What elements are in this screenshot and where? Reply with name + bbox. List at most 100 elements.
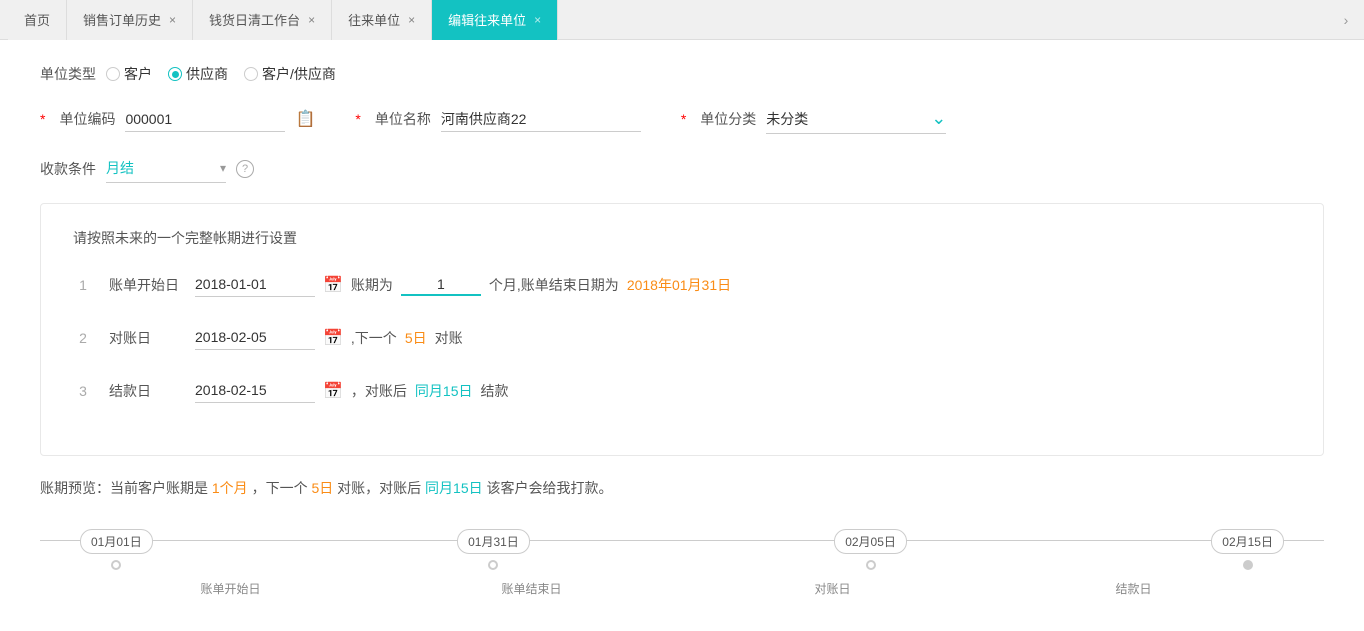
main-content: 单位类型 客户 供应商 客户/供应商 * 单位编码 xyxy=(0,40,1364,631)
radio-customer-supplier-circle xyxy=(244,67,258,81)
reconcile-date-input[interactable] xyxy=(195,325,315,350)
unit-code-label: 单位编码 xyxy=(59,109,115,129)
timeline-container: 01月01日 01月31日 02月05日 02月15日 账单开始日 账单结束日 xyxy=(40,529,1324,597)
setting-row-3: 3 结款日 📅 ，对账后 同月15日 结款 xyxy=(73,378,1291,403)
payment-date-input[interactable] xyxy=(195,378,315,403)
payment-terms-help-icon[interactable]: ? xyxy=(236,160,254,178)
setting-row-1: 1 账单开始日 📅 账期为 个月,账单结束日期为 2018年01月31日 xyxy=(73,272,1291,297)
tab-home[interactable]: 首页 xyxy=(8,0,67,40)
unit-category-dropdown[interactable]: 未分类 ⌄ xyxy=(766,104,946,134)
reconcile-desc-suffix: 对账 xyxy=(435,328,463,348)
unit-type-row: 单位类型 客户 供应商 客户/供应商 xyxy=(40,64,1324,84)
unit-name-group: * 单位名称 xyxy=(355,107,640,132)
preview-part3: 同月15日 xyxy=(425,480,483,496)
payment-desc-highlight: 同月15日 xyxy=(415,381,473,401)
start-date-calendar-icon[interactable]: 📅 xyxy=(323,275,343,295)
unit-category-value: 未分类 xyxy=(766,109,927,129)
preview-part2-suffix: 对账，对账后 xyxy=(337,480,421,496)
period-value-input[interactable] xyxy=(401,274,481,296)
timeline-date-0: 01月01日 xyxy=(80,529,153,554)
reconcile-desc-highlight: 5日 xyxy=(405,328,427,348)
period-end-date: 2018年01月31日 xyxy=(627,275,731,295)
tab-cash-workbench[interactable]: 钱货日清工作台 × xyxy=(193,0,332,40)
radio-customer-label: 客户 xyxy=(124,64,152,84)
tab-sales-history-label: 销售订单历史 xyxy=(83,10,161,29)
reconcile-desc-prefix: ,下一个 xyxy=(351,328,397,348)
timeline-label-3: 结款日 xyxy=(983,580,1284,597)
radio-customer-supplier[interactable]: 客户/供应商 xyxy=(244,64,336,84)
unit-category-group: * 单位分类 未分类 ⌄ xyxy=(681,104,946,134)
reconcile-date-calendar-icon[interactable]: 📅 xyxy=(323,328,343,348)
preview-part1: 1个月 xyxy=(212,480,248,496)
tabs-bar: 首页 销售订单历史 × 钱货日清工作台 × 往来单位 × 编辑往来单位 × › xyxy=(0,0,1364,40)
tab-sales-history-close[interactable]: × xyxy=(169,13,176,27)
setting-name-2: 对账日 xyxy=(109,328,179,348)
unit-code-input[interactable] xyxy=(125,107,285,132)
unit-category-arrow-icon: ⌄ xyxy=(931,108,946,129)
unit-type-label: 单位类型 xyxy=(40,64,96,84)
unit-code-star: * xyxy=(40,111,45,127)
tab-home-label: 首页 xyxy=(24,10,50,29)
tab-scroll-arrow[interactable]: › xyxy=(1336,12,1356,28)
tab-edit-partner[interactable]: 编辑往来单位 × xyxy=(432,0,558,40)
timeline-dot-0 xyxy=(111,560,121,570)
radio-supplier-circle xyxy=(168,67,182,81)
tab-edit-partner-close[interactable]: × xyxy=(534,13,541,27)
timeline-dot-1 xyxy=(488,560,498,570)
unit-name-label: 单位名称 xyxy=(375,109,431,129)
preview-part2: 5日 xyxy=(311,480,333,496)
radio-customer[interactable]: 客户 xyxy=(106,64,152,84)
unit-category-star: * xyxy=(681,111,686,127)
setting-name-1: 账单开始日 xyxy=(109,275,179,295)
unit-code-icon[interactable]: 📋 xyxy=(295,109,315,129)
preview-part1-suffix: ，下一个 xyxy=(252,480,308,496)
preview-prefix: 账期预览：当前客户账期是 xyxy=(40,480,208,496)
timeline-label-1: 账单结束日 xyxy=(381,580,682,597)
start-date-input[interactable] xyxy=(195,272,315,297)
setting-number-2: 2 xyxy=(73,330,93,346)
payment-desc-prefix: ，对账后 xyxy=(351,381,407,401)
payment-terms-row: 收款条件 月结 ▾ ? xyxy=(40,154,1324,183)
timeline-point-3: 02月15日 xyxy=(1211,529,1284,570)
setting-row-2: 2 对账日 📅 ,下一个 5日 对账 xyxy=(73,325,1291,350)
timeline-date-3: 02月15日 xyxy=(1211,529,1284,554)
period-unit: 个月,账单结束日期为 xyxy=(489,275,619,295)
payment-terms-dropdown[interactable]: 月结 ▾ xyxy=(106,154,226,183)
tab-partners[interactable]: 往来单位 × xyxy=(332,0,432,40)
period-label: 账期为 xyxy=(351,275,393,295)
unit-category-label: 单位分类 xyxy=(700,109,756,129)
tab-cash-workbench-label: 钱货日清工作台 xyxy=(209,10,300,29)
tab-partners-close[interactable]: × xyxy=(408,13,415,27)
timeline: 01月01日 01月31日 02月05日 02月15日 xyxy=(60,529,1304,570)
setting-value-1: 📅 账期为 个月,账单结束日期为 2018年01月31日 xyxy=(195,272,731,297)
radio-customer-circle xyxy=(106,67,120,81)
timeline-point-2: 02月05日 xyxy=(834,529,907,570)
setting-value-2: 📅 ,下一个 5日 对账 xyxy=(195,325,463,350)
timeline-point-1: 01月31日 xyxy=(457,529,530,570)
tab-sales-history[interactable]: 销售订单历史 × xyxy=(67,0,193,40)
timeline-labels: 账单开始日 账单结束日 对账日 结款日 xyxy=(60,580,1304,597)
unit-code-group: * 单位编码 📋 xyxy=(40,107,315,132)
timeline-dot-3 xyxy=(1243,560,1253,570)
radio-supplier[interactable]: 供应商 xyxy=(168,64,228,84)
payment-terms-arrow-icon: ▾ xyxy=(220,161,226,175)
tab-partners-label: 往来单位 xyxy=(348,10,400,29)
timeline-label-0: 账单开始日 xyxy=(80,580,381,597)
unit-type-radio-group: 客户 供应商 客户/供应商 xyxy=(106,64,336,84)
tab-cash-workbench-close[interactable]: × xyxy=(308,13,315,27)
setting-value-3: 📅 ，对账后 同月15日 结款 xyxy=(195,378,509,403)
unit-info-row: * 单位编码 📋 * 单位名称 * 单位分类 未分类 ⌄ xyxy=(40,104,1324,134)
tab-edit-partner-label: 编辑往来单位 xyxy=(448,10,526,29)
timeline-point-0: 01月01日 xyxy=(80,529,153,570)
setting-name-3: 结款日 xyxy=(109,381,179,401)
payment-terms-value: 月结 xyxy=(106,158,216,178)
timeline-dot-2 xyxy=(866,560,876,570)
radio-supplier-label: 供应商 xyxy=(186,64,228,84)
preview-text: 账期预览：当前客户账期是 1个月 ，下一个 5日 对账，对账后 同月15日 该客… xyxy=(40,476,1324,501)
timeline-date-1: 01月31日 xyxy=(457,529,530,554)
unit-name-input[interactable] xyxy=(441,107,641,132)
payment-terms-label: 收款条件 xyxy=(40,159,96,179)
preview-part3-suffix: 该客户会给我打款。 xyxy=(487,480,613,496)
timeline-date-2: 02月05日 xyxy=(834,529,907,554)
payment-date-calendar-icon[interactable]: 📅 xyxy=(323,381,343,401)
